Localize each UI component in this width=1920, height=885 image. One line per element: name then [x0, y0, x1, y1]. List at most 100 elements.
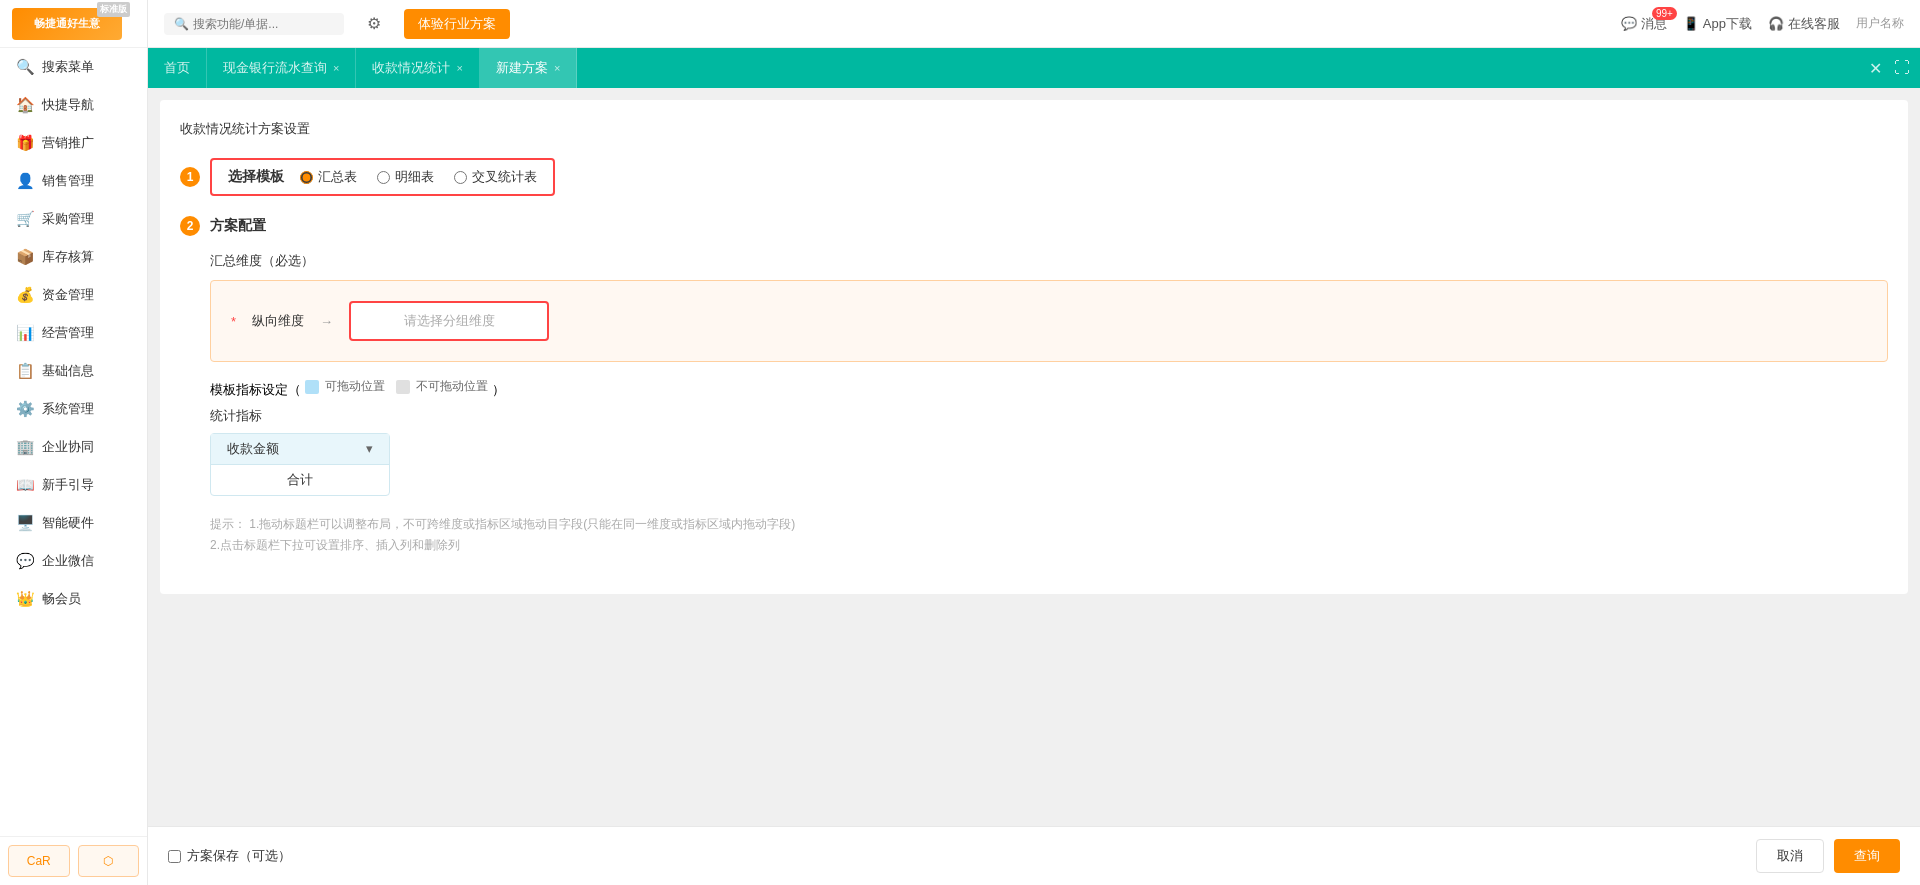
logo-image: 畅捷通好生意 标准版 [12, 8, 122, 40]
tips-section: 提示： 1.拖动标题栏可以调整布局，不可跨维度或指标区域拖动目字段(只能在同一维… [210, 516, 1888, 554]
sidebar-item-system[interactable]: ⚙️ 系统管理 [0, 390, 147, 428]
tab-receipt-stats-label: 收款情况统计 [372, 59, 450, 77]
save-checkbox-label: 方案保存（可选） [187, 847, 291, 865]
money-icon: 💰 [16, 286, 34, 304]
tab-bank-flow-close[interactable]: × [333, 62, 339, 74]
service-label: 在线客服 [1788, 15, 1840, 33]
save-checkbox[interactable]: 方案保存（可选） [168, 847, 291, 865]
chevron-down-icon[interactable]: ▾ [366, 441, 373, 456]
tab-bar: 首页 现金银行流水查询 × 收款情况统计 × 新建方案 × ✕ ⛶ [148, 48, 1920, 88]
sidebar-bottom-btn1-label: CaR [27, 854, 51, 868]
monitor-icon: 🖥️ [16, 514, 34, 532]
cancel-button[interactable]: 取消 [1756, 839, 1824, 873]
tab-new-plan-label: 新建方案 [496, 59, 548, 77]
sidebar-bottom-btn1[interactable]: CaR [8, 845, 70, 877]
radio-summary-input[interactable] [300, 171, 313, 184]
sidebar-item-label: 营销推广 [42, 134, 94, 152]
metrics-table: 收款金额 ▾ 合计 [210, 433, 390, 496]
radio-detail-input[interactable] [377, 171, 390, 184]
notification-item[interactable]: 💬 消息 99+ [1621, 15, 1667, 33]
clipboard-icon: 📋 [16, 362, 34, 380]
step2-number: 2 [180, 216, 200, 236]
save-checkbox-input[interactable] [168, 850, 181, 863]
book-icon: 📖 [16, 476, 34, 494]
step1-section: 1 选择模板 汇总表 明细表 [180, 158, 1888, 196]
download-item[interactable]: 📱 App下载 [1683, 15, 1752, 33]
tab-new-plan[interactable]: 新建方案 × [480, 48, 577, 88]
sidebar-item-member[interactable]: 👑 畅会员 [0, 580, 147, 618]
sidebar-item-label: 库存核算 [42, 248, 94, 266]
dimension-input-box[interactable]: 请选择分组维度 [349, 301, 549, 341]
metrics-table-header[interactable]: 收款金额 ▾ [211, 434, 389, 465]
radio-detail[interactable]: 明细表 [377, 168, 434, 186]
tab-home[interactable]: 首页 [148, 48, 207, 88]
tab-expand-icon[interactable]: ⛶ [1894, 59, 1910, 77]
topbar-right: 💬 消息 99+ 📱 App下载 🎧 在线客服 用户名称 [1621, 15, 1904, 33]
tab-receipt-stats[interactable]: 收款情况统计 × [356, 48, 479, 88]
sidebar-item-purchase[interactable]: 🛒 采购管理 [0, 200, 147, 238]
tab-close-all-icon[interactable]: ✕ [1869, 59, 1882, 78]
sidebar-item-finance[interactable]: 💰 资金管理 [0, 276, 147, 314]
tab-new-plan-close[interactable]: × [554, 62, 560, 74]
box-icon: 📦 [16, 248, 34, 266]
radio-cross-input[interactable] [454, 171, 467, 184]
radio-cross[interactable]: 交叉统计表 [454, 168, 537, 186]
metrics-section-label: 模板指标设定（ 可拖动位置 不可拖动位置 ） [210, 378, 505, 399]
sidebar-item-enterprise[interactable]: 🏢 企业协同 [0, 428, 147, 466]
logo-tag: 标准版 [97, 2, 130, 17]
sidebar-item-search-menu[interactable]: 🔍 搜索菜单 [0, 48, 147, 86]
gear-settings-icon[interactable]: ⚙ [360, 10, 388, 38]
tab-receipt-stats-close[interactable]: × [456, 62, 462, 74]
dimension-arrow: → [320, 314, 333, 329]
metrics-draggable-tag: 可拖动位置 [305, 378, 385, 395]
sidebar-item-operation[interactable]: 📊 经营管理 [0, 314, 147, 352]
content-area: 收款情况统计方案设置 1 选择模板 汇总表 [148, 88, 1920, 826]
tab-home-label: 首页 [164, 59, 190, 77]
step1-title: 选择模板 [228, 168, 284, 186]
sidebar-bottom-btn2-label: ⬡ [103, 854, 113, 868]
radio-summary[interactable]: 汇总表 [300, 168, 357, 186]
search-box[interactable]: 🔍 [164, 13, 344, 35]
logo-text: 畅捷通好生意 [34, 16, 100, 31]
query-button[interactable]: 查询 [1834, 839, 1900, 873]
sidebar-item-inventory[interactable]: 📦 库存核算 [0, 238, 147, 276]
sidebar-item-wechat[interactable]: 💬 企业微信 [0, 542, 147, 580]
industry-btn[interactable]: 体验行业方案 [404, 9, 510, 39]
chart-icon: 📊 [16, 324, 34, 342]
step2-title: 方案配置 [210, 217, 266, 235]
step1-header: 1 选择模板 汇总表 明细表 [180, 158, 1888, 196]
notification-icon: 💬 [1621, 16, 1637, 31]
sidebar-item-label: 企业协同 [42, 438, 94, 456]
sidebar-bottom-btn2[interactable]: ⬡ [78, 845, 140, 877]
draggable-color-box [305, 380, 319, 394]
stats-label: 统计指标 [210, 407, 390, 425]
gear-icon: ⚙️ [16, 400, 34, 418]
template-radio-group: 汇总表 明细表 交叉统计表 [300, 168, 537, 186]
sidebar-item-basic-info[interactable]: 📋 基础信息 [0, 352, 147, 390]
sidebar-item-quick-nav[interactable]: 🏠 快捷导航 [0, 86, 147, 124]
sidebar-item-sales[interactable]: 👤 销售管理 [0, 162, 147, 200]
search-menu-icon: 🔍 [16, 58, 34, 76]
cart-icon: 🛒 [16, 210, 34, 228]
sidebar-item-newbie[interactable]: 📖 新手引导 [0, 466, 147, 504]
page-title: 收款情况统计方案设置 [180, 120, 1888, 138]
sidebar-item-label: 搜索菜单 [42, 58, 94, 76]
tabs-right-controls: ✕ ⛶ [1859, 48, 1920, 88]
service-item[interactable]: 🎧 在线客服 [1768, 15, 1840, 33]
sidebar-item-smart-hw[interactable]: 🖥️ 智能硬件 [0, 504, 147, 542]
summary-dimension-label: 汇总维度（必选） [210, 252, 1888, 270]
tab-bank-flow[interactable]: 现金银行流水查询 × [207, 48, 356, 88]
chat-icon: 💬 [16, 552, 34, 570]
metrics-header-text: 收款金额 [227, 440, 279, 458]
undraggable-color-box [396, 380, 410, 394]
metrics-label-row: 模板指标设定（ 可拖动位置 不可拖动位置 ） [210, 378, 1888, 399]
sidebar-item-marketing[interactable]: 🎁 营销推广 [0, 124, 147, 162]
step1-number: 1 [180, 167, 200, 187]
sidebar: 畅捷通好生意 标准版 🔍 搜索菜单 🏠 快捷导航 🎁 营销推广 👤 销售管理 🛒… [0, 0, 148, 885]
metrics-content: 统计指标 收款金额 ▾ 合计 [210, 407, 1888, 496]
stats-label-area: 统计指标 收款金额 ▾ 合计 [210, 407, 390, 496]
sidebar-item-label: 销售管理 [42, 172, 94, 190]
gift-icon: 🎁 [16, 134, 34, 152]
person-icon: 👤 [16, 172, 34, 190]
search-input[interactable] [193, 17, 323, 31]
